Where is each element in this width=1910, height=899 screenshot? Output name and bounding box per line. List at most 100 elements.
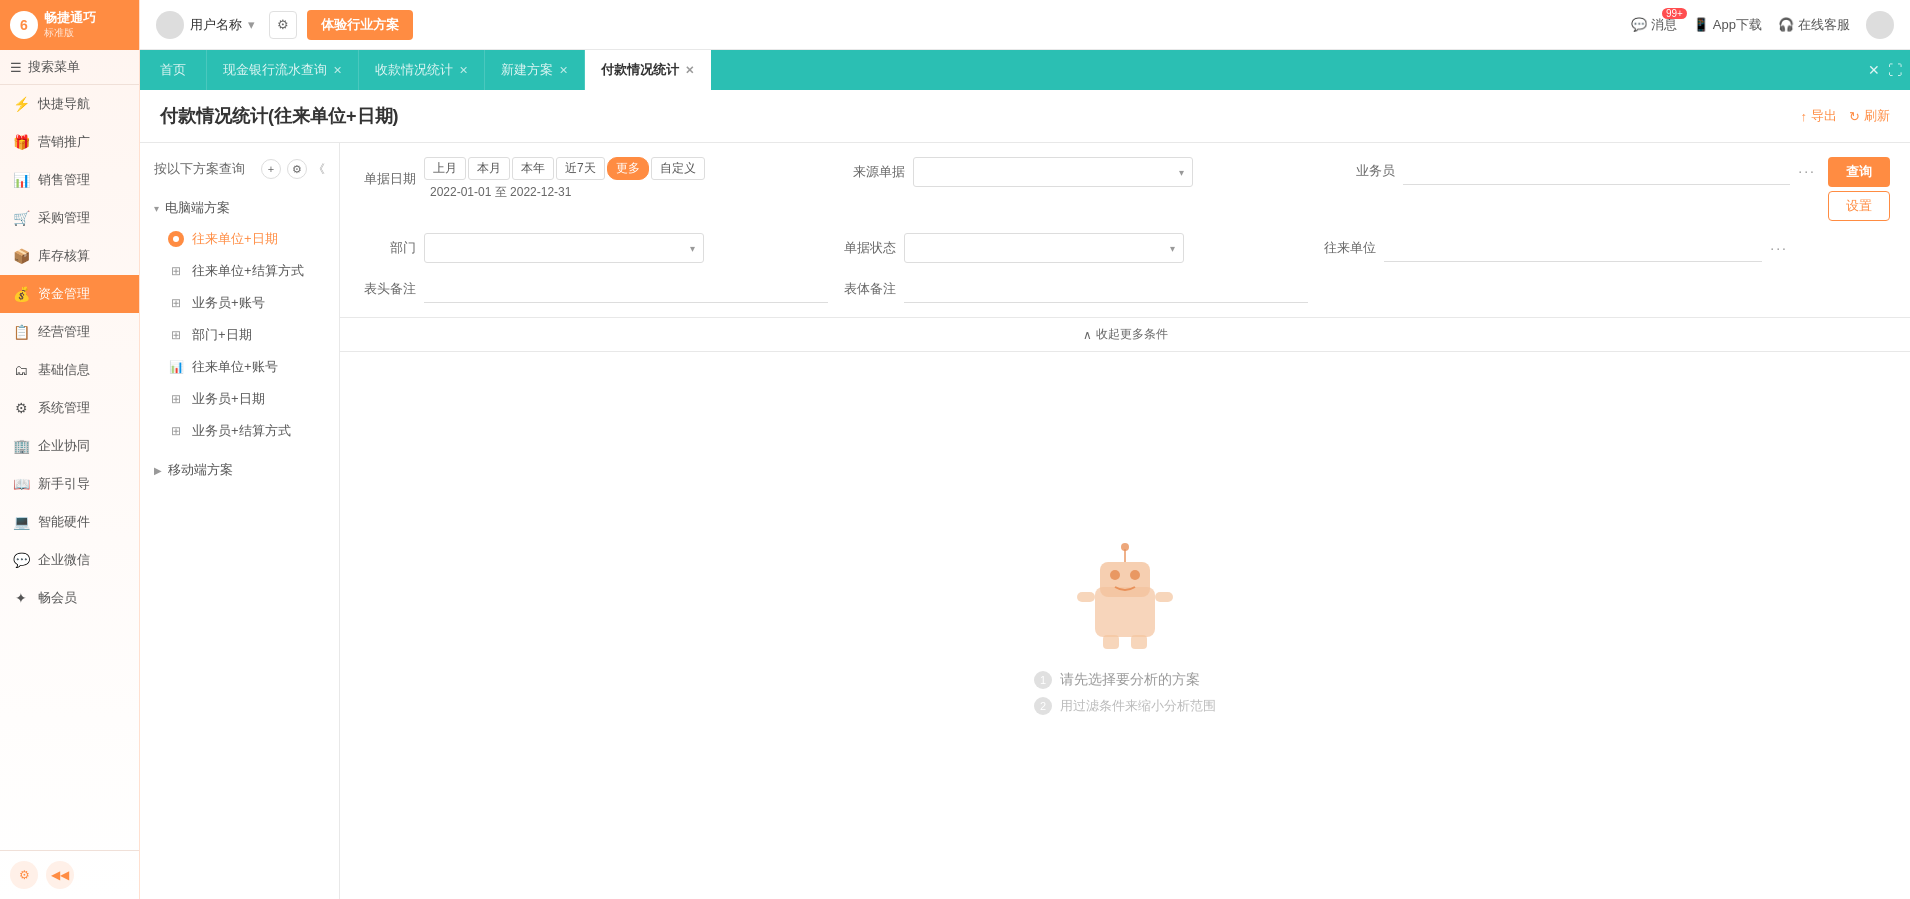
staff-input[interactable] — [1403, 157, 1791, 185]
right-area: 单据日期 上月 本月 本年 近7天 更多 自定义 20 — [340, 143, 1910, 899]
date-custom-btn[interactable]: 自定义 — [651, 157, 705, 180]
tab-label: 首页 — [160, 61, 186, 79]
tab-label: 现金银行流水查询 — [223, 61, 327, 79]
date-7days-btn[interactable]: 近7天 — [556, 157, 605, 180]
app-download-label: App下载 — [1713, 16, 1762, 34]
close-all-tabs-btn[interactable]: ✕ — [1868, 62, 1880, 78]
scheme-item-staff-account[interactable]: ⊞业务员+账号 — [140, 287, 339, 319]
svg-rect-5 — [1077, 592, 1095, 602]
dropdown-arrow-icon[interactable]: ▾ — [248, 17, 255, 32]
inventory-icon: 📦 — [12, 247, 30, 265]
sidebar-item-marketing[interactable]: 🎁营销推广 — [0, 123, 139, 161]
topbar-avatar[interactable] — [1866, 11, 1894, 39]
tab-receipts[interactable]: 收款情况统计✕ — [359, 50, 485, 90]
staff-label: 业务员 — [1339, 162, 1395, 180]
collapse-icon[interactable]: ◀◀ — [46, 861, 74, 889]
body-note-label: 表体备注 — [840, 280, 896, 298]
tab-close-icon[interactable]: ✕ — [559, 64, 568, 77]
tab-payments[interactable]: 付款情况统计✕ — [585, 50, 711, 90]
mobile-schemes-group: ▶ 移动端方案 — [140, 451, 339, 489]
chart-icon: 📊 — [168, 359, 184, 375]
scheme-active-icon — [168, 231, 184, 247]
scheme-item-counterpart-account[interactable]: 📊 往来单位+账号 — [140, 351, 339, 383]
refresh-label: 刷新 — [1864, 107, 1890, 125]
search-menu-label: 搜索菜单 — [28, 58, 80, 76]
sidebar-item-operation[interactable]: 📋经营管理 — [0, 313, 139, 351]
scheme-item-label: 往来单位+账号 — [192, 358, 278, 376]
sidebar-item-wechat[interactable]: 💬企业微信 — [0, 541, 139, 579]
topbar-settings-btn[interactable]: ⚙ — [269, 11, 297, 39]
tab-close-icon[interactable]: ✕ — [333, 64, 342, 77]
arrow-right-icon: ▶ — [154, 465, 162, 476]
date-current-month-btn[interactable]: 本月 — [468, 157, 510, 180]
desktop-schemes-title[interactable]: ▾ 电脑端方案 — [140, 193, 339, 223]
page: 付款情况统计(往来单位+日期) ↑ 导出 ↻ 刷新 按以下方案查询 + — [140, 90, 1910, 899]
table-icon: ⊞ — [168, 423, 184, 439]
manage-scheme-btn[interactable]: ⚙ — [287, 159, 307, 179]
desktop-schemes-group: ▾ 电脑端方案 往来单位+日期⊞往来单位+结算方式⊞业务员+账号⊞部门+日期📊往… — [140, 189, 339, 451]
sidebar-item-basic[interactable]: 🗂基础信息 — [0, 351, 139, 389]
sidebar-item-purchase[interactable]: 🛒采购管理 — [0, 199, 139, 237]
dept-select[interactable]: ▾ — [424, 233, 704, 263]
left-panel: 按以下方案查询 + ⚙ 《 ▾ 电脑端方案 往来单位+日期⊞往来单位+结算方式⊞… — [140, 143, 340, 899]
online-service-btn[interactable]: 🎧 在线客服 — [1778, 16, 1850, 34]
arrow-down-icon: ▾ — [154, 203, 159, 214]
operation-icon: 📋 — [12, 323, 30, 341]
quick-nav-icon: ⚡ — [12, 95, 30, 113]
svg-rect-2 — [1100, 562, 1150, 597]
sidebar-item-sales[interactable]: 📊销售管理 — [0, 161, 139, 199]
topbar-user[interactable]: 用户名称 ▾ — [156, 11, 255, 39]
sidebar-item-label: 采购管理 — [38, 209, 90, 227]
counterpart-input[interactable] — [1384, 234, 1762, 262]
doc-status-select[interactable]: ▾ — [904, 233, 1184, 263]
tab-home[interactable]: 首页 — [140, 50, 207, 90]
sidebar-item-guide[interactable]: 📖新手引导 — [0, 465, 139, 503]
source-select[interactable]: ▾ — [913, 157, 1193, 187]
tab-close-icon[interactable]: ✕ — [459, 64, 468, 77]
collapse-bar[interactable]: ∧ 收起更多条件 — [340, 318, 1910, 352]
date-current-year-btn[interactable]: 本年 — [512, 157, 554, 180]
scheme-item-counterpart-settle[interactable]: ⊞往来单位+结算方式 — [140, 255, 339, 287]
app-download-btn[interactable]: 📱 App下载 — [1693, 16, 1762, 34]
date-last-month-btn[interactable]: 上月 — [424, 157, 466, 180]
empty-illustration — [1065, 537, 1185, 657]
svg-point-3 — [1110, 570, 1120, 580]
staff-more-icon[interactable]: ··· — [1798, 163, 1816, 179]
settings-btn[interactable]: 设置 — [1828, 191, 1890, 221]
refresh-btn[interactable]: ↻ 刷新 — [1849, 107, 1890, 125]
export-btn[interactable]: ↑ 导出 — [1801, 107, 1838, 125]
expand-tab-btn[interactable]: ⛶ — [1888, 62, 1902, 78]
settings-icon[interactable]: ⚙ — [10, 861, 38, 889]
sidebar-item-system[interactable]: ⚙系统管理 — [0, 389, 139, 427]
table-icon: ⊞ — [168, 391, 184, 407]
add-scheme-btn[interactable]: + — [261, 159, 281, 179]
sidebar-item-enterprise[interactable]: 🏢企业协同 — [0, 427, 139, 465]
header-note-input[interactable] — [424, 275, 828, 303]
counterpart-more-icon[interactable]: ··· — [1770, 240, 1788, 256]
tab-bank[interactable]: 现金银行流水查询 ✕ — [207, 50, 359, 90]
query-btn[interactable]: 查询 — [1828, 157, 1890, 187]
body-note-input[interactable] — [904, 275, 1308, 303]
mobile-schemes-label: 移动端方案 — [168, 461, 233, 479]
scheme-item-staff-settle[interactable]: ⊞业务员+结算方式 — [140, 415, 339, 447]
messages-btn[interactable]: 💬 消息 99+ — [1631, 16, 1677, 34]
sidebar-item-label: 基础信息 — [38, 361, 90, 379]
search-menu[interactable]: ☰ 搜索菜单 — [0, 50, 139, 85]
sidebar-item-vip[interactable]: ✦畅会员 — [0, 579, 139, 617]
sidebar-item-hardware[interactable]: 💻智能硬件 — [0, 503, 139, 541]
sidebar-item-inventory[interactable]: 📦库存核算 — [0, 237, 139, 275]
collapse-panel-btn[interactable]: 《 — [313, 161, 325, 178]
sidebar-item-quick-nav[interactable]: ⚡快捷导航 — [0, 85, 139, 123]
scheme-item-dept-date[interactable]: ⊞部门+日期 — [140, 319, 339, 351]
scheme-item-staff-date[interactable]: ⊞业务员+日期 — [140, 383, 339, 415]
date-more-btn[interactable]: 更多 — [607, 157, 649, 180]
tab-close-icon[interactable]: ✕ — [685, 64, 694, 77]
filter-panel: 单据日期 上月 本月 本年 近7天 更多 自定义 20 — [340, 143, 1910, 318]
sidebar-item-finance[interactable]: 💰资金管理 — [0, 275, 139, 313]
scheme-item-label: 往来单位+结算方式 — [192, 262, 304, 280]
mobile-schemes-title[interactable]: ▶ 移动端方案 — [140, 455, 339, 485]
scheme-item-counterpart-date[interactable]: 往来单位+日期 — [140, 223, 339, 255]
desktop-schemes-label: 电脑端方案 — [165, 199, 230, 217]
trial-btn[interactable]: 体验行业方案 — [307, 10, 413, 40]
tab-new-scheme[interactable]: 新建方案✕ — [485, 50, 585, 90]
